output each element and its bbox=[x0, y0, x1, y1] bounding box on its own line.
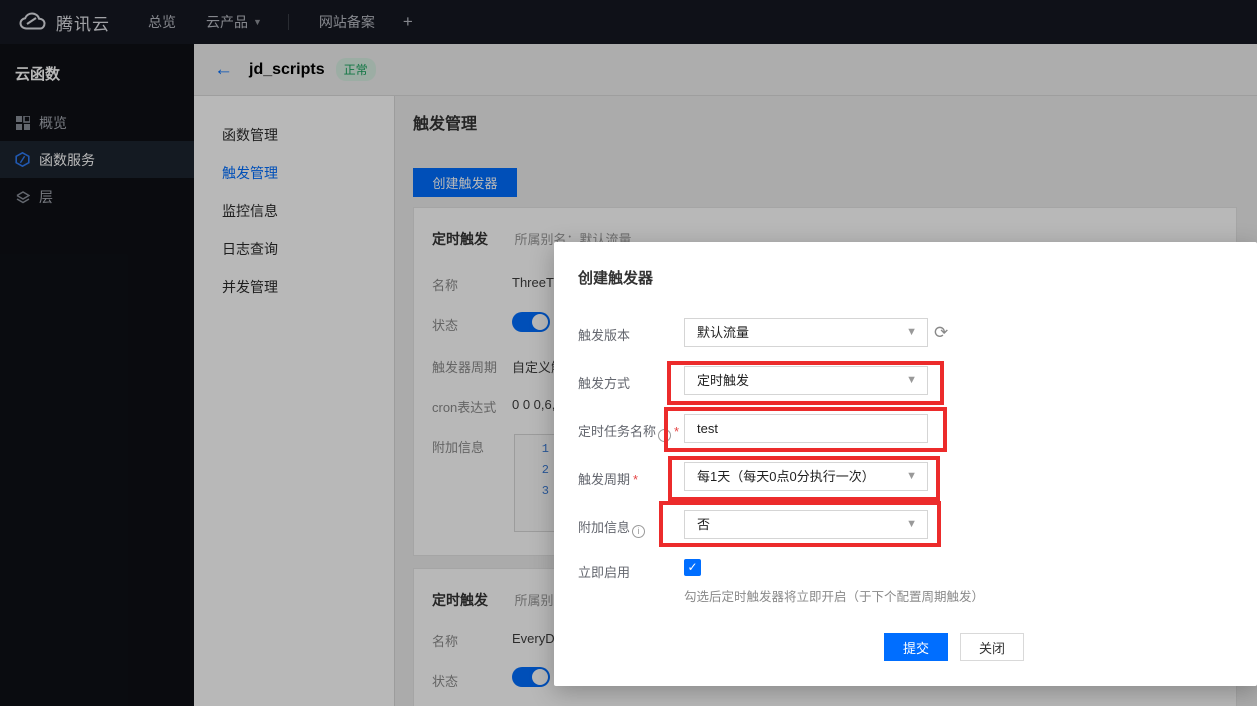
extra-info-label: 附加信息i bbox=[578, 517, 645, 538]
info-icon: i bbox=[658, 429, 671, 442]
modal-title: 创建触发器 bbox=[578, 267, 653, 288]
task-name-input[interactable] bbox=[684, 414, 928, 443]
required-asterisk: * bbox=[674, 424, 679, 439]
chevron-down-icon: ▼ bbox=[906, 367, 917, 394]
trigger-cycle-label: 触发周期* bbox=[578, 469, 638, 488]
trigger-version-label: 触发版本 bbox=[578, 325, 630, 344]
task-name-label: 定时任务名称i* bbox=[578, 421, 679, 442]
refresh-icon[interactable]: ⟳ bbox=[934, 323, 948, 343]
trigger-method-select[interactable]: 定时触发 ▼ bbox=[684, 366, 928, 395]
enable-help-text: 勾选后定时触发器将立即开启（于下个配置周期触发） bbox=[684, 586, 984, 605]
close-button[interactable]: 关闭 bbox=[960, 633, 1024, 661]
chevron-down-icon: ▼ bbox=[906, 463, 917, 490]
submit-button[interactable]: 提交 bbox=[884, 633, 948, 661]
app-root: 腾讯云 总览 云产品 ▼ 网站备案 + 云函数 概览 bbox=[0, 0, 1257, 706]
chevron-down-icon: ▼ bbox=[906, 319, 917, 346]
enable-now-checkbox[interactable]: ✓ bbox=[684, 559, 701, 576]
info-icon: i bbox=[632, 525, 645, 538]
create-trigger-modal: 创建触发器 触发版本 默认流量 ▼ ⟳ 触发方式 定时触发 ▼ 定时任务名称i*… bbox=[554, 242, 1257, 686]
extra-info-select[interactable]: 否 ▼ bbox=[684, 510, 928, 539]
required-asterisk: * bbox=[633, 472, 638, 487]
chevron-down-icon: ▼ bbox=[906, 511, 917, 538]
enable-now-label: 立即启用 bbox=[578, 562, 630, 581]
trigger-method-label: 触发方式 bbox=[578, 373, 630, 392]
trigger-version-select[interactable]: 默认流量 ▼ bbox=[684, 318, 928, 347]
trigger-cycle-select[interactable]: 每1天（每天0点0分执行一次） ▼ bbox=[684, 462, 928, 491]
